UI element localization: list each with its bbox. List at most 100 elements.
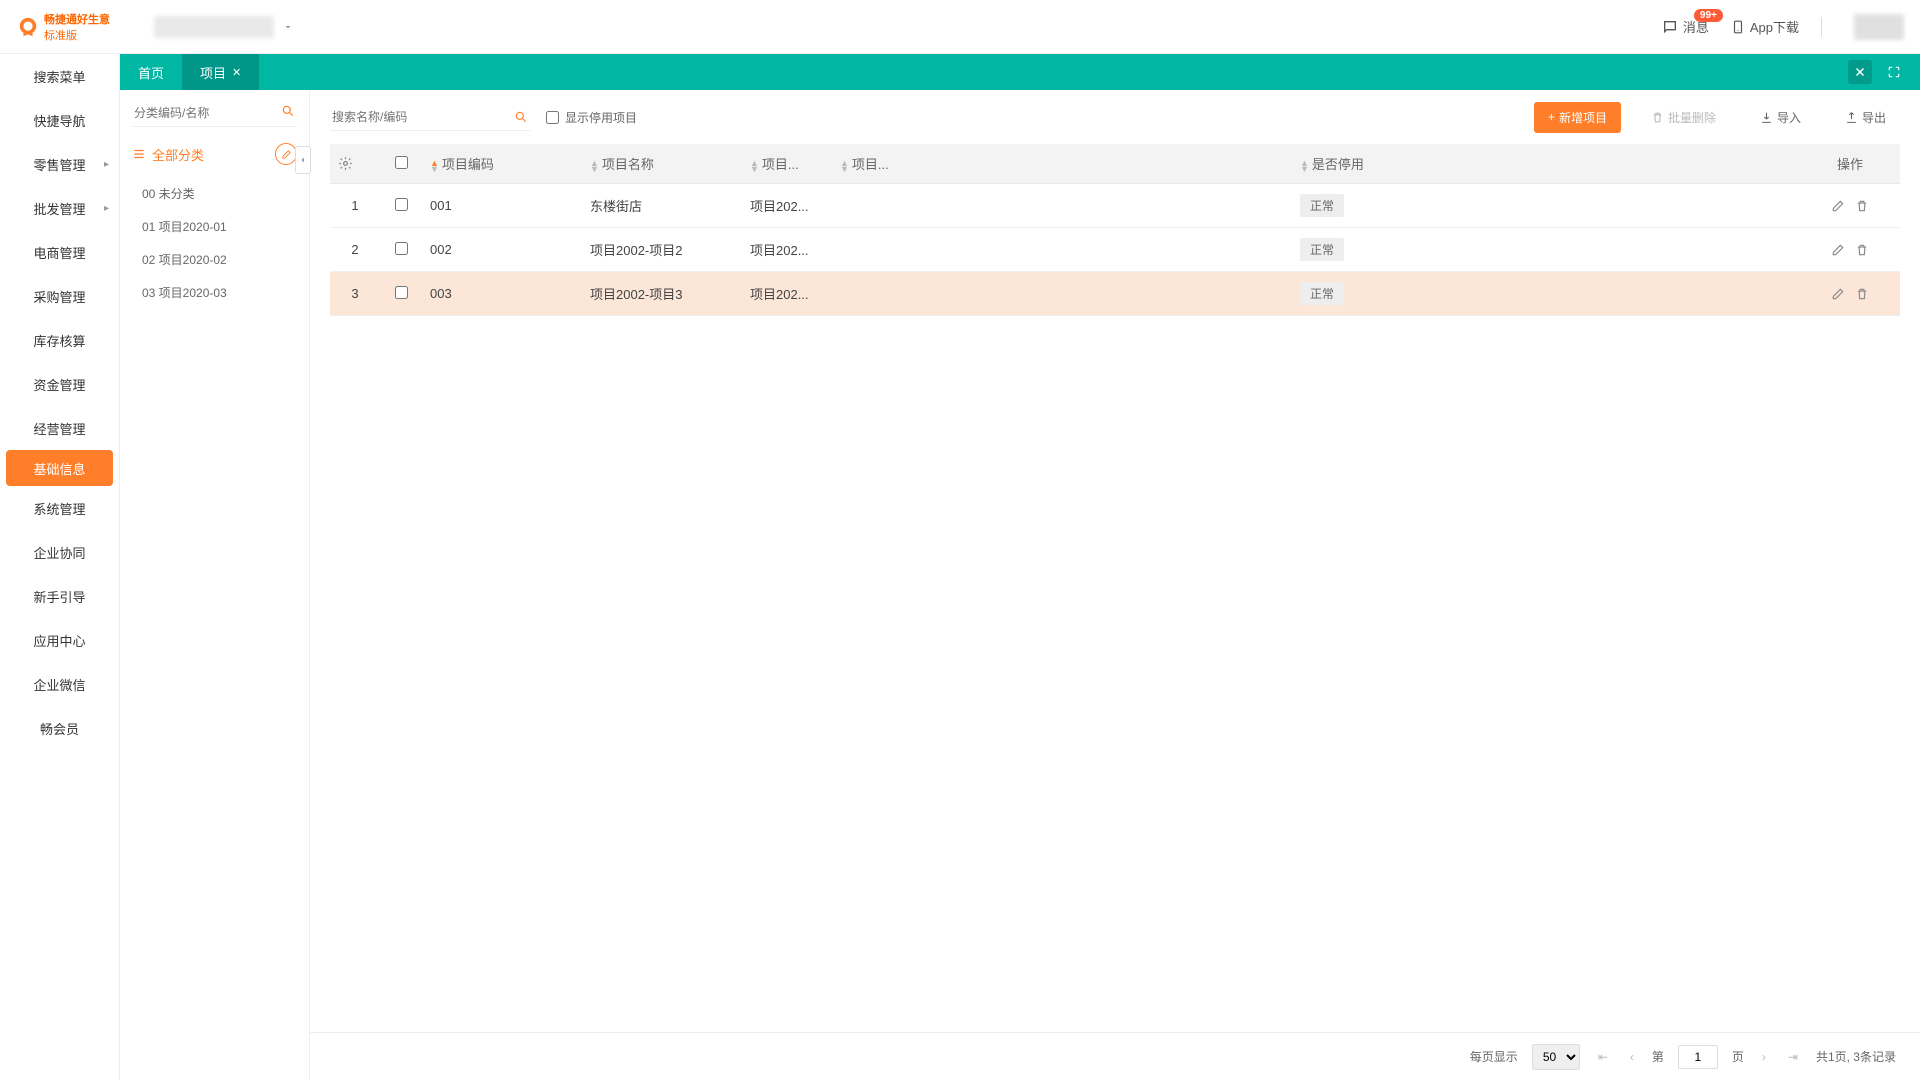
import-button[interactable]: 导入 xyxy=(1746,102,1815,133)
user-avatar[interactable] xyxy=(1854,14,1904,40)
chat-icon xyxy=(1662,19,1678,35)
topbar-actions: 消息 99+ App下载 xyxy=(1662,14,1904,40)
tab[interactable]: 首页 xyxy=(120,54,182,90)
row-checkbox[interactable] xyxy=(380,228,422,272)
sidebar-item[interactable]: 新手引导 xyxy=(0,574,119,618)
column-ops: 操作 xyxy=(1800,144,1900,184)
messages-button[interactable]: 消息 99+ xyxy=(1662,17,1709,36)
category-search-input[interactable] xyxy=(132,100,297,127)
sidebar-item[interactable]: 零售管理▸ xyxy=(0,142,119,186)
sidebar-item[interactable]: 系统管理 xyxy=(0,486,119,530)
column-code[interactable]: ▲▼项目编码 xyxy=(422,144,582,184)
row-index: 1 xyxy=(330,184,380,228)
cell-name: 项目2002-项目3 xyxy=(582,272,742,316)
last-page-button[interactable]: ⇥ xyxy=(1784,1050,1802,1064)
toolbar: 显示停用项目 + 新增项目 批量删除 xyxy=(310,90,1920,144)
pagination: 每页显示 50 ⇤ ‹ 第 页 › ⇥ 共1页, 3条记录 xyxy=(310,1032,1920,1080)
show-disabled-input[interactable] xyxy=(546,111,559,124)
column-status[interactable]: ▲▼是否停用 xyxy=(1292,144,1800,184)
tab-label: 首页 xyxy=(138,63,164,82)
table-row[interactable]: 3 003 项目2002-项目3 项目202... 正常 xyxy=(330,272,1900,316)
prev-page-button[interactable]: ‹ xyxy=(1626,1050,1638,1064)
page-prefix: 第 xyxy=(1652,1048,1664,1065)
list-icon xyxy=(132,147,146,161)
sidebar-item[interactable]: 应用中心 xyxy=(0,618,119,662)
category-item[interactable]: 03 项目2020-03 xyxy=(120,276,309,309)
category-item[interactable]: 00 未分类 xyxy=(120,177,309,210)
cell-name: 项目2002-项目2 xyxy=(582,228,742,272)
per-page-label: 每页显示 xyxy=(1470,1048,1518,1065)
sidebar-item[interactable]: 快捷导航 xyxy=(0,98,119,142)
search-icon[interactable] xyxy=(281,104,295,118)
edit-icon[interactable] xyxy=(1831,199,1845,213)
edit-category-button[interactable] xyxy=(275,143,297,165)
table-row[interactable]: 1 001 东楼街店 项目202... 正常 xyxy=(330,184,1900,228)
sidebar-item[interactable]: 资金管理 xyxy=(0,362,119,406)
cell-code: 001 xyxy=(422,184,582,228)
row-checkbox[interactable] xyxy=(380,184,422,228)
delete-icon[interactable] xyxy=(1855,287,1869,301)
cell-status: 正常 xyxy=(1292,228,1800,272)
show-disabled-checkbox[interactable]: 显示停用项目 xyxy=(546,109,637,126)
brand-logo[interactable]: 畅捷通好生意 标准版 xyxy=(16,5,120,49)
table-row[interactable]: 2 002 项目2002-项目2 项目202... 正常 xyxy=(330,228,1900,272)
export-button[interactable]: 导出 xyxy=(1831,102,1900,133)
delete-icon[interactable] xyxy=(1855,243,1869,257)
cell-code: 002 xyxy=(422,228,582,272)
first-page-button[interactable]: ⇤ xyxy=(1594,1050,1612,1064)
delete-icon[interactable] xyxy=(1855,199,1869,213)
sidebar-item[interactable]: 库存核算 xyxy=(0,318,119,362)
column-settings[interactable] xyxy=(330,144,380,184)
topbar: 畅捷通好生意 标准版 消息 99+ App下载 xyxy=(0,0,1920,54)
batch-delete-button[interactable]: 批量删除 xyxy=(1637,102,1730,133)
sidebar-item[interactable]: 企业微信 xyxy=(0,662,119,706)
category-item[interactable]: 01 项目2020-01 xyxy=(120,210,309,243)
column-c1[interactable]: ▲▼项目... xyxy=(742,144,832,184)
close-icon[interactable]: ✕ xyxy=(232,66,241,79)
add-project-button[interactable]: + 新增项目 xyxy=(1534,102,1621,133)
search-icon[interactable] xyxy=(514,110,528,124)
column-checkbox[interactable] xyxy=(380,144,422,184)
company-name-blurred xyxy=(154,16,274,38)
page-suffix: 页 xyxy=(1732,1048,1744,1065)
sidebar-item[interactable]: 批发管理▸ xyxy=(0,186,119,230)
import-icon xyxy=(1760,111,1773,124)
sidebar-item[interactable]: 畅会员 xyxy=(0,706,119,750)
export-icon xyxy=(1845,111,1858,124)
messages-badge: 99+ xyxy=(1694,9,1723,22)
company-selector[interactable] xyxy=(144,12,304,42)
sidebar-item[interactable]: 采购管理 xyxy=(0,274,119,318)
search-input[interactable] xyxy=(330,104,530,131)
projects-table: ▲▼项目编码 ▲▼项目名称 ▲▼项目... ▲▼项目... ▲▼是否停用 操作 … xyxy=(330,144,1900,316)
row-index: 2 xyxy=(330,228,380,272)
page-input[interactable] xyxy=(1678,1045,1718,1069)
sidebar-item[interactable]: 搜索菜单 xyxy=(0,54,119,98)
edit-icon[interactable] xyxy=(1831,287,1845,301)
row-checkbox[interactable] xyxy=(380,272,422,316)
edit-icon[interactable] xyxy=(1831,243,1845,257)
column-name[interactable]: ▲▼项目名称 xyxy=(582,144,742,184)
column-c2[interactable]: ▲▼项目... xyxy=(832,144,1292,184)
next-page-button[interactable]: › xyxy=(1758,1050,1770,1064)
chevron-down-icon xyxy=(282,21,294,33)
sidebar-item[interactable]: 经营管理 xyxy=(0,406,119,450)
category-panel: 全部分类 00 未分类01 项目2020-0102 项目2020-0203 项目… xyxy=(120,90,310,1080)
content: 显示停用项目 + 新增项目 批量删除 xyxy=(310,90,1920,1080)
tab-label: 项目 xyxy=(200,63,226,82)
app-download-button[interactable]: App下载 xyxy=(1731,17,1799,36)
category-item[interactable]: 02 项目2020-02 xyxy=(120,243,309,276)
per-page-select[interactable]: 50 xyxy=(1532,1044,1580,1070)
sidebar: 搜索菜单快捷导航零售管理▸批发管理▸电商管理采购管理库存核算资金管理经营管理基础… xyxy=(0,54,120,1080)
fullscreen-icon[interactable] xyxy=(1882,60,1906,84)
sidebar-item[interactable]: 企业协同 xyxy=(0,530,119,574)
cell-status: 正常 xyxy=(1292,272,1800,316)
sidebar-item[interactable]: 基础信息 xyxy=(6,450,113,486)
close-all-tabs-button[interactable] xyxy=(1848,60,1872,84)
tab[interactable]: 项目 ✕ xyxy=(182,54,259,90)
sidebar-item[interactable]: 电商管理 xyxy=(0,230,119,274)
collapse-panel-button[interactable] xyxy=(295,146,311,174)
cell-status: 正常 xyxy=(1292,184,1800,228)
cell-c2 xyxy=(832,228,1292,272)
all-categories-label[interactable]: 全部分类 xyxy=(152,145,269,164)
cell-c2 xyxy=(832,184,1292,228)
